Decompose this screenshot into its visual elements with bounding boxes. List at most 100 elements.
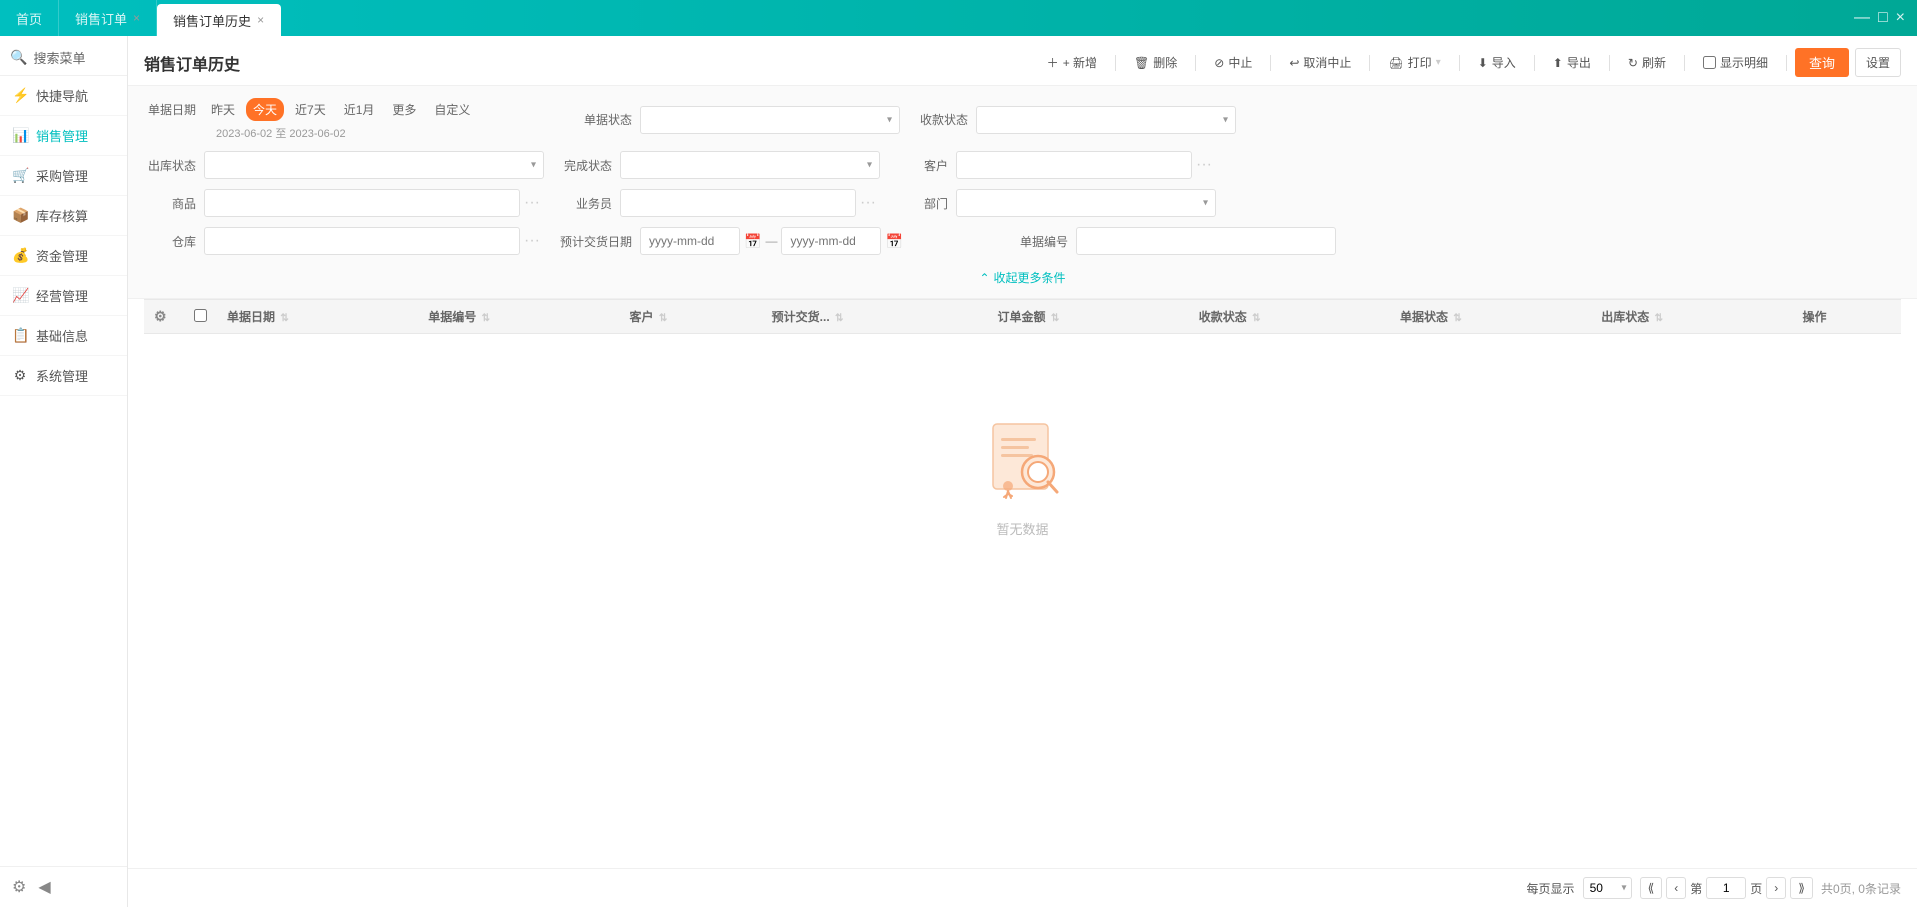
page-size-select[interactable]: 50 10 20 100 <box>1583 877 1632 899</box>
th-order-amount[interactable]: 订单金额 ⇅ <box>988 300 1189 334</box>
filter-section: 单据日期 昨天 今天 近7天 近1月 更多 自定义 2023-06-02 至 2… <box>128 86 1917 299</box>
sidebar-item-sales-mgmt[interactable]: 📊 销售管理 <box>0 116 127 156</box>
refresh-label: 刷新 <box>1642 54 1666 71</box>
th-delivery-status-sort-icon: ⇅ <box>1655 313 1663 324</box>
filter-department: 部门 <box>896 189 1216 217</box>
stop-button[interactable]: ⊘ 中止 <box>1204 49 1262 76</box>
tab-sales-order[interactable]: 销售订单 × <box>59 0 157 36</box>
date-btn-today[interactable]: 今天 <box>246 98 284 121</box>
th-bill-date[interactable]: 单据日期 ⇅ <box>217 300 418 334</box>
goods-dots[interactable]: ··· <box>520 194 544 212</box>
sidebar-item-system-mgmt[interactable]: ⚙ 系统管理 <box>0 356 127 396</box>
delivery-date-dash: — <box>765 234 777 248</box>
refresh-button[interactable]: ↻ 刷新 <box>1618 49 1676 76</box>
sidebar-item-inventory-check[interactable]: 📦 库存核算 <box>0 196 127 236</box>
delivery-date-from[interactable] <box>640 227 740 255</box>
tab-home[interactable]: 首页 <box>0 0 59 36</box>
expected-delivery-label: 预计交货日期 <box>560 233 640 250</box>
tab-sales-order-history[interactable]: 销售订单历史 × <box>157 4 281 36</box>
toolbar-divider-2 <box>1195 55 1196 71</box>
empty-state: 暂无数据 <box>144 334 1901 618</box>
top-bar: 首页 销售订单 × 销售订单历史 × — □ × <box>0 0 1917 36</box>
date-btn-1month[interactable]: 近1月 <box>337 98 382 121</box>
bill-status-select-wrapper <box>640 106 900 134</box>
date-quick-options: 昨天 今天 近7天 近1月 更多 自定义 <box>204 98 477 121</box>
completion-status-select[interactable] <box>620 151 880 179</box>
th-expected-delivery[interactable]: 预计交货... ⇅ <box>762 300 988 334</box>
page-input[interactable] <box>1706 877 1746 899</box>
page-prev-button[interactable]: ‹ <box>1666 877 1686 899</box>
th-operations: 操作 <box>1793 300 1901 334</box>
filter-date: 单据日期 昨天 今天 近7天 近1月 更多 自定义 2023-06-02 至 2… <box>144 98 564 141</box>
tab-sales-order-close[interactable]: × <box>133 11 140 25</box>
date-btn-yesterday[interactable]: 昨天 <box>204 98 242 121</box>
delete-button[interactable]: 🗑 删除 <box>1124 49 1187 76</box>
window-close-icon[interactable]: × <box>1896 9 1905 27</box>
import-button[interactable]: ⬇ 导入 <box>1468 49 1526 76</box>
settings-button[interactable]: 设置 <box>1855 48 1901 77</box>
sidebar-item-operations-mgmt[interactable]: 📈 经营管理 <box>0 276 127 316</box>
delivery-date-to[interactable] <box>781 227 881 255</box>
query-button[interactable]: 查询 <box>1795 48 1849 77</box>
sidebar-item-quick-nav[interactable]: ⚡ 快捷导航 <box>0 76 127 116</box>
export-button[interactable]: ⬆ 导出 <box>1543 49 1601 76</box>
toolbar-divider-8 <box>1684 55 1685 71</box>
page-total-info: 共0页, 0条记录 <box>1821 880 1901 897</box>
cancel-stop-button[interactable]: ↩ 取消中止 <box>1279 49 1361 76</box>
select-all-checkbox[interactable] <box>194 309 207 322</box>
salesperson-dots[interactable]: ··· <box>856 194 880 212</box>
date-btn-custom[interactable]: 自定义 <box>427 98 477 121</box>
bill-status-select[interactable] <box>640 106 900 134</box>
date-btn-more[interactable]: 更多 <box>385 98 423 121</box>
sidebar-item-basic-info[interactable]: 📋 基础信息 <box>0 316 127 356</box>
delivery-date-to-calendar-icon[interactable]: 📅 <box>885 233 902 250</box>
customer-input[interactable] <box>956 151 1192 179</box>
window-maximize-icon[interactable]: □ <box>1878 9 1888 27</box>
display-detail-checkbox-label[interactable]: 显示明细 <box>1693 49 1778 76</box>
payment-status-select[interactable] <box>976 106 1236 134</box>
bill-number-input[interactable] <box>1076 227 1336 255</box>
warehouse-label: 仓库 <box>144 233 204 250</box>
tab-sales-order-history-close[interactable]: × <box>257 13 264 27</box>
filter-delivery-status: 出库状态 <box>144 151 544 179</box>
sidebar-search[interactable]: 🔍 搜索菜单 <box>0 36 127 76</box>
th-expected-delivery-sort-icon: ⇅ <box>835 313 843 324</box>
th-operations-label: 操作 <box>1803 310 1827 324</box>
page-title: 销售订单历史 <box>144 51 240 75</box>
page-first-button[interactable]: ⟪ <box>1640 877 1663 899</box>
warehouse-dots[interactable]: ··· <box>520 232 544 250</box>
warehouse-input[interactable] <box>204 227 520 255</box>
new-button[interactable]: ＋ + 新增 <box>1037 49 1107 76</box>
th-bill-status[interactable]: 单据状态 ⇅ <box>1390 300 1591 334</box>
department-select[interactable] <box>956 189 1216 217</box>
page-next-button[interactable]: › <box>1766 877 1786 899</box>
toolbar-divider-5 <box>1459 55 1460 71</box>
th-settings[interactable]: ⚙ <box>144 300 184 334</box>
th-payment-status[interactable]: 收款状态 ⇅ <box>1189 300 1390 334</box>
date-btn-7days[interactable]: 近7天 <box>288 98 333 121</box>
stop-label: 中止 <box>1228 54 1252 71</box>
display-detail-checkbox[interactable] <box>1703 56 1716 69</box>
page-last-button[interactable]: ⟫ <box>1790 877 1813 899</box>
delivery-date-from-calendar-icon[interactable]: 📅 <box>744 233 761 250</box>
new-label: + 新增 <box>1063 54 1097 71</box>
th-bill-number[interactable]: 单据编号 ⇅ <box>418 300 619 334</box>
sidebar-item-system-mgmt-label: 系统管理 <box>36 366 88 385</box>
sidebar-item-purchase-mgmt[interactable]: 🛒 采购管理 <box>0 156 127 196</box>
sidebar-collapse-icon[interactable]: ◀ <box>38 877 50 897</box>
collapse-button[interactable]: ⌃ 收起更多条件 <box>144 265 1901 286</box>
empty-svg <box>973 414 1073 504</box>
print-button[interactable]: 🖨 打印 ▾ <box>1378 49 1450 76</box>
window-minimize-icon[interactable]: — <box>1854 9 1870 27</box>
delivery-status-select-wrapper <box>204 151 544 179</box>
th-customer-sort-icon: ⇅ <box>659 313 667 324</box>
table-settings-icon[interactable]: ⚙ <box>154 308 167 324</box>
delivery-status-select[interactable] <box>204 151 544 179</box>
customer-dots[interactable]: ··· <box>1192 156 1216 174</box>
th-delivery-status[interactable]: 出库状态 ⇅ <box>1591 300 1792 334</box>
sidebar-settings-icon[interactable]: ⚙ <box>12 877 26 897</box>
sidebar-item-capital-mgmt[interactable]: 💰 资金管理 <box>0 236 127 276</box>
goods-input[interactable] <box>204 189 520 217</box>
th-customer[interactable]: 客户 ⇅ <box>620 300 762 334</box>
salesperson-input[interactable] <box>620 189 856 217</box>
